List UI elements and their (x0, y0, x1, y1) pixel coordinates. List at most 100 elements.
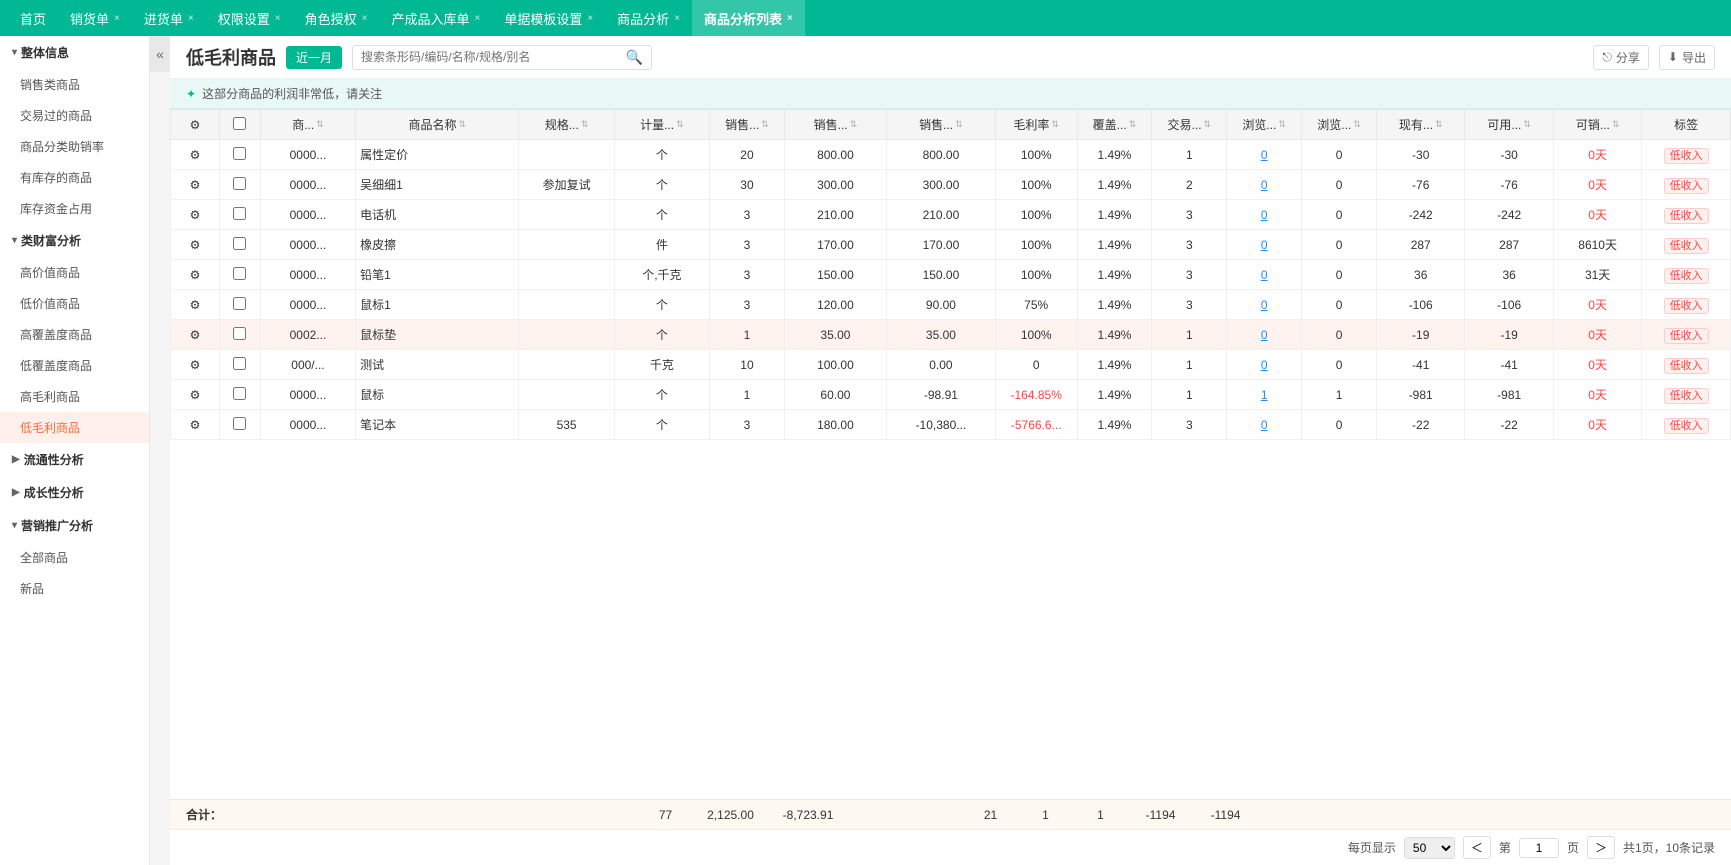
row-settings[interactable]: ⚙ (171, 260, 220, 290)
sidebar-item-new-products[interactable]: 新品 (0, 573, 149, 604)
th-cover[interactable]: 覆盖...⇅ (1077, 110, 1152, 140)
th-view2[interactable]: 浏览...⇅ (1302, 110, 1377, 140)
close-icon[interactable]: × (674, 13, 680, 24)
th-sale-qty[interactable]: 销售...⇅ (710, 110, 785, 140)
row-checkbox[interactable] (220, 290, 261, 320)
row-sale-qty: 30 (710, 170, 785, 200)
row-settings[interactable]: ⚙ (171, 320, 220, 350)
th-code[interactable]: 商...⇅ (260, 110, 355, 140)
th-unit[interactable]: 计量...⇅ (614, 110, 709, 140)
sidebar-item-category-rate[interactable]: 商品分类助销率 (0, 131, 149, 162)
row-settings[interactable]: ⚙ (171, 380, 220, 410)
row-settings[interactable]: ⚙ (171, 230, 220, 260)
close-icon[interactable]: × (474, 13, 480, 24)
export-button[interactable]: ⬇ 导出 (1659, 45, 1715, 70)
th-gross-margin[interactable]: 毛利率⇅ (995, 110, 1077, 140)
close-icon[interactable]: × (114, 13, 120, 24)
row-view1[interactable]: 0 (1227, 260, 1302, 290)
sidebar-item-low-value[interactable]: 低价值商品 (0, 288, 149, 319)
row-checkbox[interactable] (220, 230, 261, 260)
search-icon[interactable]: 🔍 (626, 49, 643, 66)
close-icon[interactable]: × (587, 13, 593, 24)
close-icon[interactable]: × (362, 13, 368, 24)
sidebar-item-low-margin[interactable]: 低毛利商品 (0, 412, 149, 443)
per-page-select[interactable]: 50 100 (1404, 837, 1455, 859)
filter-recent-month-button[interactable]: 近一月 (286, 46, 342, 69)
sidebar-item-high-value[interactable]: 高价值商品 (0, 257, 149, 288)
sidebar-item-traded-products[interactable]: 交易过的商品 (0, 100, 149, 131)
sidebar-item-stock-funds[interactable]: 库存资金占用 (0, 193, 149, 224)
row-view1[interactable]: 0 (1227, 290, 1302, 320)
row-checkbox[interactable] (220, 170, 261, 200)
sidebar-group-wealth[interactable]: ▾ 类财富分析 (0, 224, 149, 257)
sidebar-item-sales-products[interactable]: 销售类商品 (0, 69, 149, 100)
row-settings[interactable]: ⚙ (171, 350, 220, 380)
row-checkbox[interactable] (220, 410, 261, 440)
row-name: 笔记本 (356, 410, 519, 440)
next-page-button[interactable]: ＞ (1587, 836, 1615, 859)
row-settings[interactable]: ⚙ (171, 200, 220, 230)
row-view1[interactable]: 0 (1227, 140, 1302, 170)
close-icon[interactable]: × (188, 13, 194, 24)
row-checkbox[interactable] (220, 380, 261, 410)
close-icon[interactable]: × (787, 13, 793, 24)
search-input[interactable] (361, 50, 626, 64)
nav-purchase-order[interactable]: 进货单 × (132, 0, 206, 36)
nav-home[interactable]: 首页 (8, 0, 58, 36)
row-checkbox[interactable] (220, 260, 261, 290)
sidebar-item-in-stock[interactable]: 有库存的商品 (0, 162, 149, 193)
row-view2: 0 (1302, 140, 1377, 170)
row-checkbox[interactable] (220, 140, 261, 170)
nav-product-analysis[interactable]: 商品分析 × (605, 0, 692, 36)
share-button[interactable]: ⎋ 分享 (1593, 45, 1649, 70)
th-sellable-days[interactable]: 可销...⇅ (1553, 110, 1641, 140)
row-checkbox[interactable] (220, 350, 261, 380)
th-view1[interactable]: 浏览...⇅ (1227, 110, 1302, 140)
nav-role-auth[interactable]: 角色授权 × (293, 0, 380, 36)
select-all-checkbox[interactable] (233, 117, 246, 130)
sidebar-item-all-products[interactable]: 全部商品 (0, 542, 149, 573)
sidebar-item-high-coverage[interactable]: 高覆盖度商品 (0, 319, 149, 350)
nav-permission-settings[interactable]: 权限设置 × (206, 0, 293, 36)
sidebar-group-circulation[interactable]: ▶ 流通性分析 (0, 443, 149, 476)
prev-page-button[interactable]: ＜ (1463, 836, 1491, 859)
row-checkbox[interactable] (220, 200, 261, 230)
close-icon[interactable]: × (275, 13, 281, 24)
sidebar-item-low-coverage[interactable]: 低覆盖度商品 (0, 350, 149, 381)
row-settings[interactable]: ⚙ (171, 170, 220, 200)
nav-template-settings[interactable]: 单据模板设置 × (492, 0, 605, 36)
row-checkbox[interactable] (220, 320, 261, 350)
sidebar-group-marketing[interactable]: ▾ 营销推广分析 (0, 509, 149, 542)
row-sale-qty: 3 (710, 200, 785, 230)
row-view1[interactable]: 0 (1227, 320, 1302, 350)
th-checkbox[interactable] (220, 110, 261, 140)
row-settings[interactable]: ⚙ (171, 410, 220, 440)
top-navigation: 首页 销货单 × 进货单 × 权限设置 × 角色授权 × 产成品入库单 × 单据… (0, 0, 1731, 36)
th-spec[interactable]: 规格...⇅ (519, 110, 614, 140)
nav-product-analysis-list[interactable]: 商品分析列表 × (692, 0, 805, 36)
sidebar-item-high-margin[interactable]: 高毛利商品 (0, 381, 149, 412)
th-sale-amount[interactable]: 销售...⇅ (886, 110, 995, 140)
sidebar-group-growth[interactable]: ▶ 成长性分析 (0, 476, 149, 509)
row-view1[interactable]: 1 (1227, 380, 1302, 410)
page-number-input[interactable] (1519, 838, 1559, 858)
search-box[interactable]: 🔍 (352, 45, 652, 70)
sidebar-group-overall[interactable]: ▾ 整体信息 (0, 36, 149, 69)
th-sale-price[interactable]: 销售...⇅ (784, 110, 886, 140)
th-current-stock[interactable]: 现有...⇅ (1376, 110, 1464, 140)
nav-sales-order[interactable]: 销货单 × (58, 0, 132, 36)
row-view1[interactable]: 0 (1227, 200, 1302, 230)
row-settings[interactable]: ⚙ (171, 140, 220, 170)
sidebar-collapse-button[interactable]: « (150, 36, 170, 72)
row-view1[interactable]: 0 (1227, 230, 1302, 260)
th-trade[interactable]: 交易...⇅ (1152, 110, 1227, 140)
row-view1[interactable]: 0 (1227, 170, 1302, 200)
nav-product-stock-in[interactable]: 产成品入库单 × (379, 0, 492, 36)
row-current-stock: -19 (1376, 320, 1464, 350)
th-available[interactable]: 可用...⇅ (1465, 110, 1553, 140)
row-view1[interactable]: 0 (1227, 350, 1302, 380)
th-name[interactable]: 商品名称⇅ (356, 110, 519, 140)
th-settings[interactable]: ⚙ (171, 110, 220, 140)
row-settings[interactable]: ⚙ (171, 290, 220, 320)
row-view1[interactable]: 0 (1227, 410, 1302, 440)
